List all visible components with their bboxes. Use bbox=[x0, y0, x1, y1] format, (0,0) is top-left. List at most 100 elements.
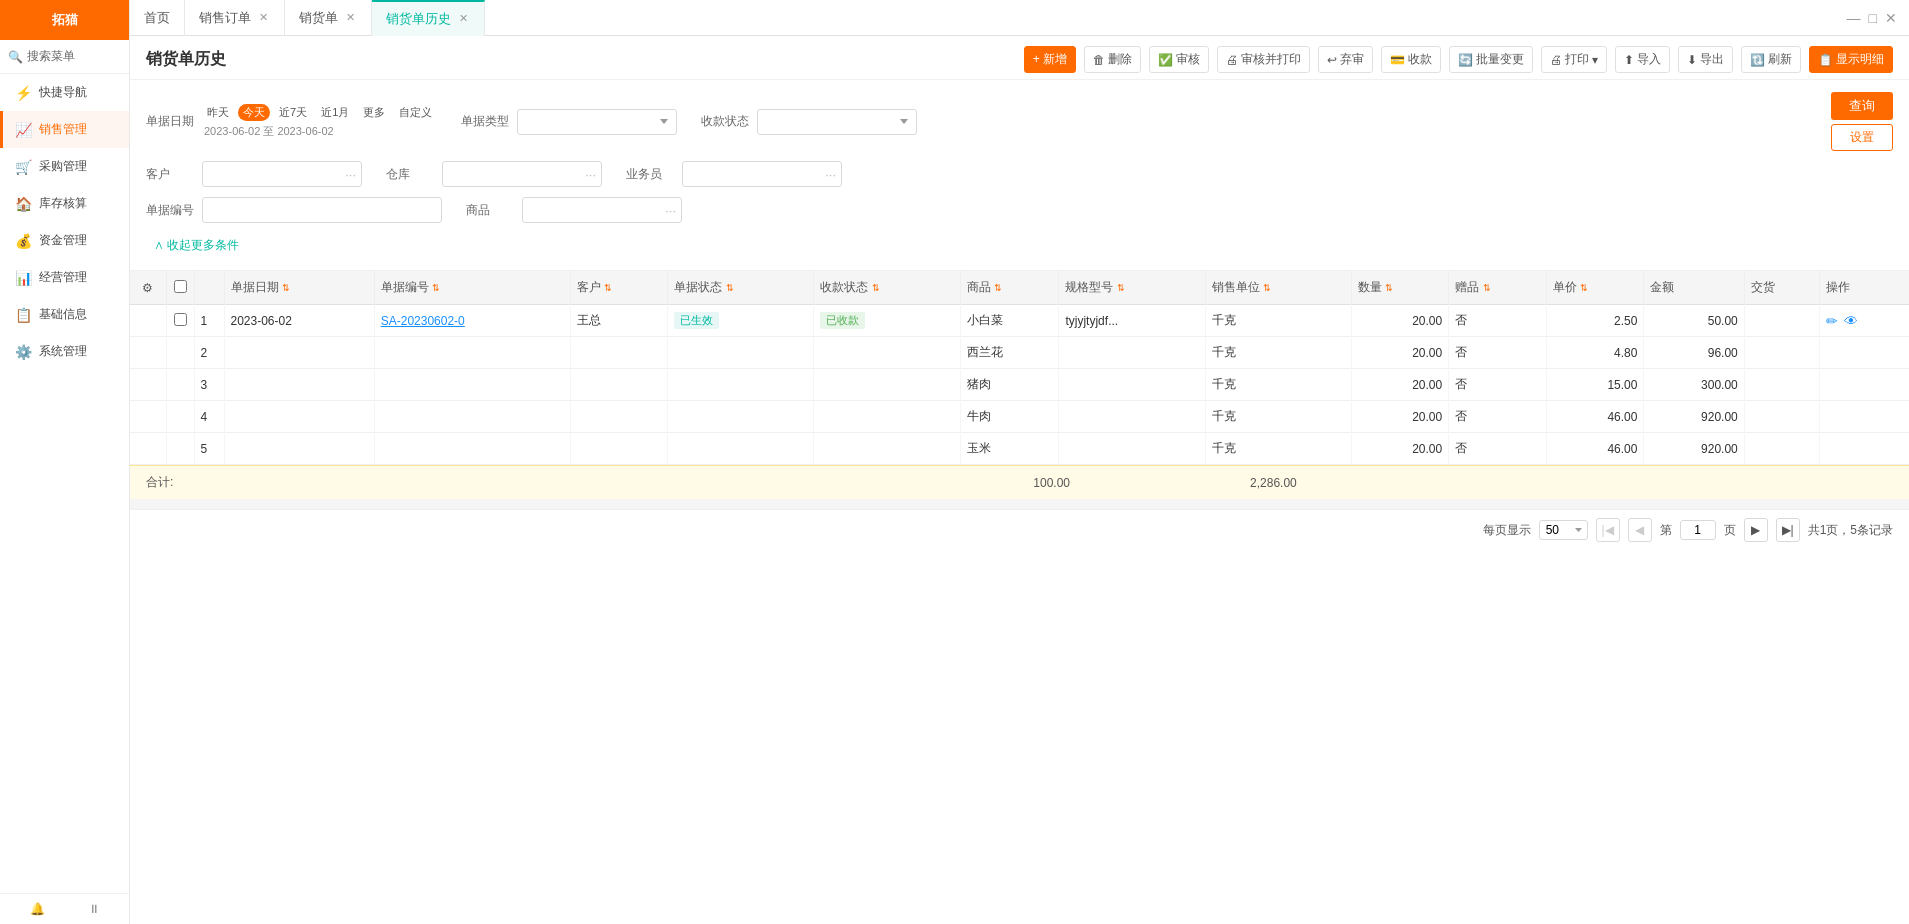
sidebar-item-operations[interactable]: 📊 经营管理 bbox=[0, 259, 129, 296]
print-button[interactable]: 🖨 打印 ▾ bbox=[1541, 46, 1607, 73]
col-goods[interactable]: 商品 ⇅ bbox=[960, 271, 1059, 305]
col-unit-price[interactable]: 单价 ⇅ bbox=[1546, 271, 1644, 305]
page-number-input[interactable] bbox=[1680, 520, 1716, 540]
last-page-btn[interactable]: ▶| bbox=[1776, 518, 1800, 542]
refresh-label: 刷新 bbox=[1768, 51, 1792, 68]
sidebar-item-basic-info[interactable]: 📋 基础信息 bbox=[0, 296, 129, 333]
row-checkbox-0[interactable] bbox=[174, 313, 187, 326]
tab-sales-order[interactable]: 销售订单 ✕ bbox=[185, 0, 285, 36]
payment-status-select[interactable] bbox=[757, 109, 917, 135]
collect-label: 收款 bbox=[1408, 51, 1432, 68]
tab-home[interactable]: 首页 bbox=[130, 0, 185, 36]
row-doc-date-2 bbox=[224, 369, 374, 401]
col-payment-status[interactable]: 收款状态 ⇅ bbox=[814, 271, 960, 305]
sidebar-item-sales-mgmt[interactable]: 📈 销售管理 bbox=[0, 111, 129, 148]
page-size-select[interactable]: 50 100 200 bbox=[1539, 520, 1588, 540]
sidebar-item-purchase-mgmt[interactable]: 🛒 采购管理 bbox=[0, 148, 129, 185]
col-gift[interactable]: 赠品 ⇅ bbox=[1449, 271, 1547, 305]
row-action-4 bbox=[1819, 433, 1909, 465]
sidebar-bottom-icon2[interactable]: ⏸ bbox=[88, 902, 100, 916]
goods-input[interactable] bbox=[522, 197, 682, 223]
tab-sales-delivery-close[interactable]: ✕ bbox=[344, 10, 357, 25]
col-sales-unit[interactable]: 销售单位 ⇅ bbox=[1205, 271, 1351, 305]
customer-input[interactable] bbox=[202, 161, 362, 187]
warehouse-input-suffix[interactable]: ··· bbox=[585, 167, 596, 182]
col-customer[interactable]: 客户 ⇅ bbox=[570, 271, 668, 305]
row-goods-1: 西兰花 bbox=[960, 337, 1059, 369]
sidebar-bottom-icon1[interactable]: 🔔 bbox=[30, 902, 45, 916]
maximize-icon[interactable]: □ bbox=[1869, 10, 1877, 26]
discard-button[interactable]: ↩ 弃审 bbox=[1318, 46, 1373, 73]
date-tab-more[interactable]: 更多 bbox=[358, 104, 390, 121]
delete-button[interactable]: 🗑 删除 bbox=[1084, 46, 1141, 73]
batch-change-button[interactable]: 🔄 批量变更 bbox=[1449, 46, 1533, 73]
col-quantity[interactable]: 数量 ⇅ bbox=[1351, 271, 1449, 305]
collapse-btn[interactable]: ∧ 收起更多条件 bbox=[146, 233, 1893, 258]
date-tab-today[interactable]: 今天 bbox=[238, 104, 270, 121]
new-button[interactable]: + 新增 bbox=[1024, 46, 1076, 73]
sidebar-item-system[interactable]: ⚙️ 系统管理 bbox=[0, 333, 129, 370]
select-all-checkbox[interactable] bbox=[174, 280, 187, 293]
doc-type-label: 单据类型 bbox=[461, 113, 511, 130]
date-tab-1month[interactable]: 近1月 bbox=[316, 104, 354, 121]
row-transaction-2 bbox=[1744, 369, 1819, 401]
row-payment-status-3 bbox=[814, 401, 960, 433]
row-unit-price-2: 15.00 bbox=[1546, 369, 1644, 401]
col-doc-status[interactable]: 单据状态 ⇅ bbox=[668, 271, 814, 305]
row-checkbox-cell-1 bbox=[166, 337, 194, 369]
row-settings-2 bbox=[130, 369, 166, 401]
row-unit-price-4: 46.00 bbox=[1546, 433, 1644, 465]
next-page-btn[interactable]: ▶ bbox=[1744, 518, 1768, 542]
row-unit-price-0: 2.50 bbox=[1546, 305, 1644, 337]
row-doc-status-2 bbox=[668, 369, 814, 401]
date-tab-yesterday[interactable]: 昨天 bbox=[202, 104, 234, 121]
doc-no-input[interactable] bbox=[202, 197, 442, 223]
horizontal-scrollbar[interactable] bbox=[130, 499, 1909, 509]
collect-button[interactable]: 💳 收款 bbox=[1381, 46, 1441, 73]
doc-type-select[interactable] bbox=[517, 109, 677, 135]
sidebar-item-quick-nav[interactable]: ⚡ 快捷导航 bbox=[0, 74, 129, 111]
show-detail-button[interactable]: 📋 显示明细 bbox=[1809, 46, 1893, 73]
col-settings[interactable]: ⚙ bbox=[130, 271, 166, 305]
col-payment-status-sort: ⇅ bbox=[872, 283, 880, 293]
export-button[interactable]: ⬇ 导出 bbox=[1678, 46, 1733, 73]
tab-sales-history[interactable]: 销货单历史 ✕ bbox=[372, 0, 485, 36]
salesperson-input-suffix[interactable]: ··· bbox=[825, 167, 836, 182]
set-button[interactable]: 设置 bbox=[1831, 124, 1893, 151]
import-button[interactable]: ⬆ 导入 bbox=[1615, 46, 1670, 73]
date-tab-custom[interactable]: 自定义 bbox=[394, 104, 437, 121]
col-spec-type[interactable]: 规格型号 ⇅ bbox=[1059, 271, 1205, 305]
date-tab-7days[interactable]: 近7天 bbox=[274, 104, 312, 121]
row-amount-1: 96.00 bbox=[1644, 337, 1744, 369]
view-icon-0[interactable]: 👁 bbox=[1844, 313, 1858, 329]
row-goods-3: 牛肉 bbox=[960, 401, 1059, 433]
customer-input-suffix[interactable]: ··· bbox=[345, 167, 356, 182]
refresh-button[interactable]: 🔃 刷新 bbox=[1741, 46, 1801, 73]
tab-sales-delivery[interactable]: 销货单 ✕ bbox=[285, 0, 372, 36]
import-icon: ⬆ bbox=[1624, 53, 1634, 67]
col-doc-date[interactable]: 单据日期 ⇅ bbox=[224, 271, 374, 305]
prev-page-btn[interactable]: ◀ bbox=[1628, 518, 1652, 542]
sidebar-label-purchase: 采购管理 bbox=[39, 158, 87, 175]
salesperson-input[interactable] bbox=[682, 161, 842, 187]
warehouse-input[interactable] bbox=[442, 161, 602, 187]
col-doc-no[interactable]: 单据编号 ⇅ bbox=[374, 271, 570, 305]
tab-sales-history-close[interactable]: ✕ bbox=[457, 11, 470, 26]
sidebar-item-finance[interactable]: 💰 资金管理 bbox=[0, 222, 129, 259]
col-unit-price-label: 单价 bbox=[1553, 280, 1577, 294]
sidebar-item-inventory[interactable]: 🏠 库存核算 bbox=[0, 185, 129, 222]
tab-sales-order-close[interactable]: ✕ bbox=[257, 10, 270, 25]
first-page-btn[interactable]: |◀ bbox=[1596, 518, 1620, 542]
minimize-icon[interactable]: — bbox=[1847, 10, 1861, 26]
edit-icon-0[interactable]: ✏ bbox=[1826, 313, 1838, 329]
query-button[interactable]: 查询 bbox=[1831, 92, 1893, 120]
goods-input-suffix[interactable]: ··· bbox=[665, 203, 676, 218]
warehouse-label: 仓库 bbox=[386, 166, 436, 183]
toolbar: + 新增 🗑 删除 ✅ 审核 🖨 审核并打印 ↩ bbox=[1024, 46, 1893, 73]
audit-print-button[interactable]: 🖨 审核并打印 bbox=[1217, 46, 1310, 73]
audit-button[interactable]: ✅ 审核 bbox=[1149, 46, 1209, 73]
sidebar-search-btn[interactable]: 🔍 搜索菜单 bbox=[0, 40, 129, 74]
row-doc-date-0: 2023-06-02 bbox=[224, 305, 374, 337]
window-close-icon[interactable]: ✕ bbox=[1885, 10, 1897, 26]
doc-no-link-0[interactable]: SA-20230602-0 bbox=[381, 314, 465, 328]
